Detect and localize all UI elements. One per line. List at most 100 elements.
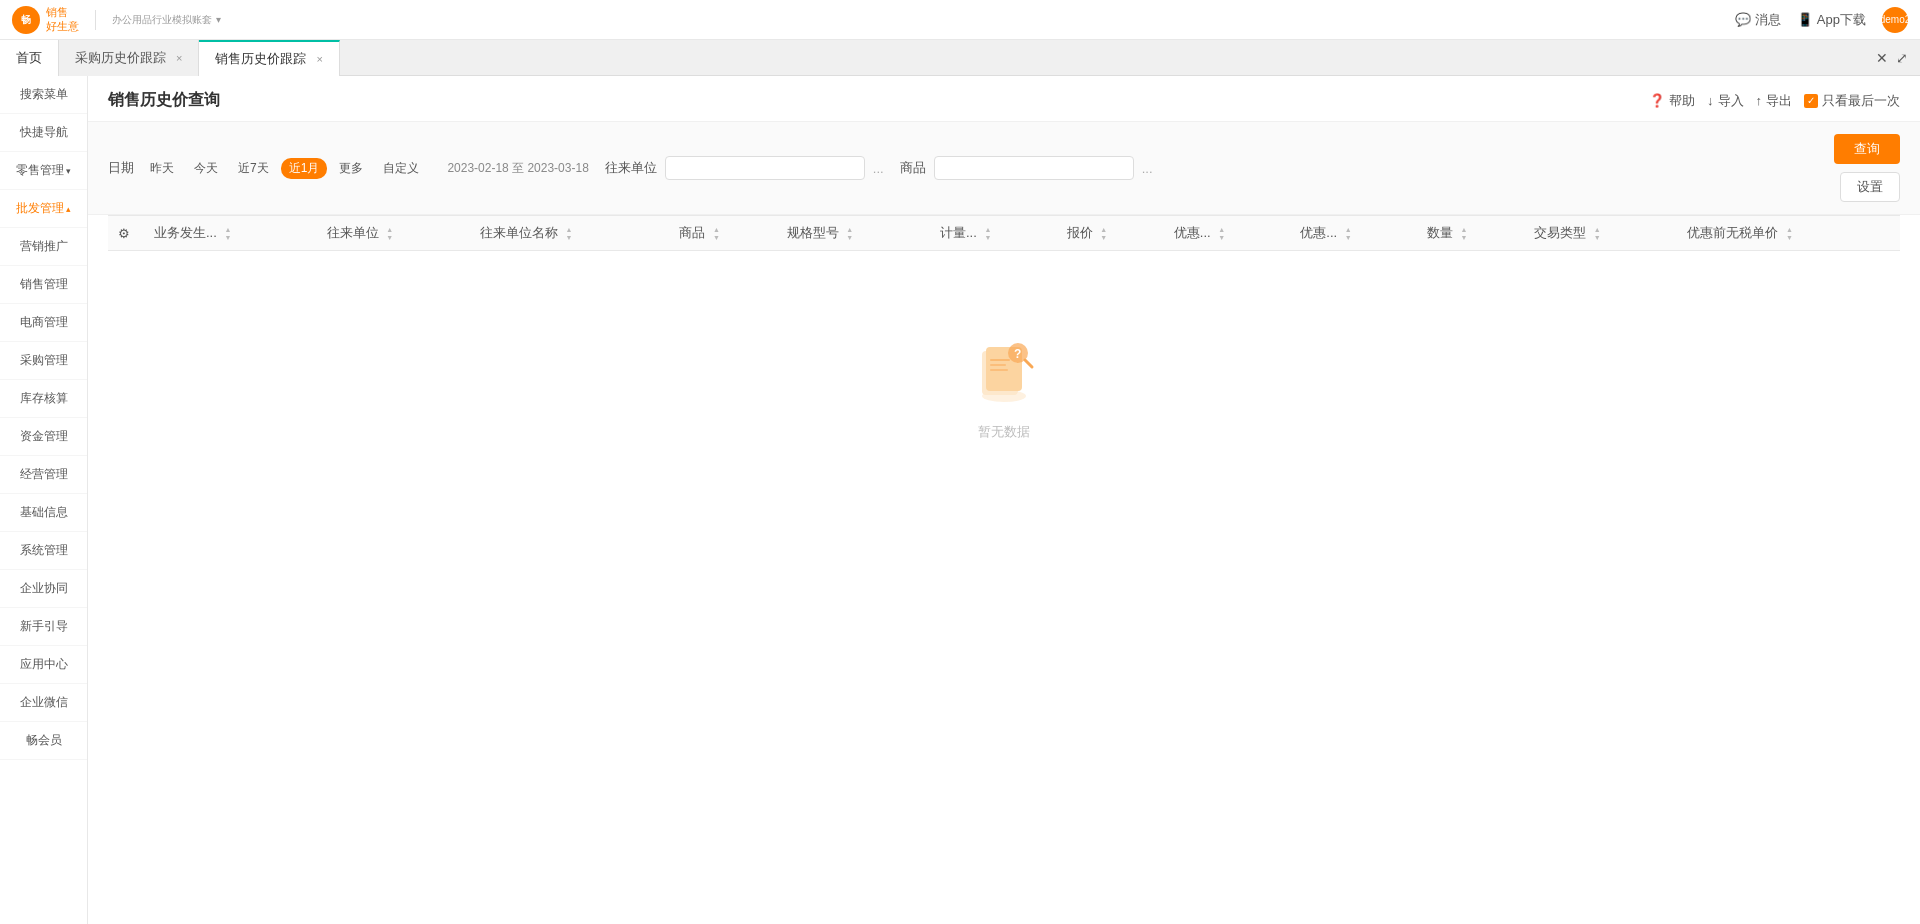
sidebar-item-retail[interactable]: 零售管理 ▾	[0, 152, 87, 190]
user-area[interactable]: demo2	[1882, 7, 1908, 33]
sidebar-item-member[interactable]: 畅会员	[0, 722, 87, 760]
date-btn-more[interactable]: 更多	[331, 158, 371, 179]
tab-close-all-icon[interactable]: ✕	[1876, 50, 1888, 66]
sidebar-item-sales-mgmt[interactable]: 销售管理	[0, 266, 87, 304]
col-partner-code[interactable]: 往来单位 ▲▼	[317, 216, 470, 251]
gear-icon[interactable]: ⚙	[118, 226, 130, 241]
only-last-label: 只看最后一次	[1822, 92, 1900, 110]
tab-purchase-close[interactable]: ×	[176, 52, 182, 64]
top-bar-left: 畅 销售 好生意 办公用品行业模拟账套 ▾	[12, 6, 221, 34]
date-btn-7days[interactable]: 近7天	[230, 158, 277, 179]
svg-rect-5	[990, 369, 1008, 371]
help-btn[interactable]: ❓ 帮助	[1649, 92, 1695, 110]
app-download-label: App下载	[1817, 11, 1866, 29]
import-btn[interactable]: ↓ 导入	[1707, 92, 1744, 110]
col-qty[interactable]: 数量 ▲▼	[1417, 216, 1524, 251]
workspace-label: 办公用品行业模拟账套	[112, 13, 212, 27]
date-btn-1month[interactable]: 近1月	[281, 158, 328, 179]
sidebar-item-ecommerce[interactable]: 电商管理	[0, 304, 87, 342]
page-title: 销售历史价查询	[108, 90, 220, 111]
sidebar-item-operations[interactable]: 经营管理	[0, 456, 87, 494]
sidebar-item-inventory[interactable]: 库存核算	[0, 380, 87, 418]
col-gear[interactable]: ⚙	[108, 216, 144, 251]
svg-rect-4	[990, 364, 1006, 366]
svg-line-8	[1025, 360, 1032, 367]
import-label: 导入	[1718, 92, 1744, 110]
sort-discount2: ▲▼	[1345, 226, 1352, 241]
tab-home[interactable]: 首页	[0, 40, 59, 76]
date-btn-today[interactable]: 今天	[186, 158, 226, 179]
message-label: 消息	[1755, 11, 1781, 29]
sort-discount1: ▲▼	[1218, 226, 1225, 241]
goods-dots[interactable]: ...	[1142, 161, 1153, 176]
checkbox-box	[1804, 94, 1818, 108]
app-download-btn[interactable]: 📱 App下载	[1797, 11, 1866, 29]
svg-rect-3	[990, 359, 1010, 361]
tab-sales-label: 销售历史价跟踪	[215, 50, 306, 68]
sidebar-item-purchase[interactable]: 采购管理	[0, 342, 87, 380]
col-partner-name[interactable]: 往来单位名称 ▲▼	[470, 216, 669, 251]
empty-icon: ?	[964, 331, 1044, 411]
partner-input[interactable]	[665, 156, 865, 180]
message-icon: 💬	[1735, 12, 1751, 27]
sidebar-item-marketing[interactable]: 营销推广	[0, 228, 87, 266]
help-label: 帮助	[1669, 92, 1695, 110]
sort-pretax-price: ▲▼	[1786, 226, 1793, 241]
settings-button[interactable]: 设置	[1840, 172, 1900, 202]
col-spec[interactable]: 规格型号 ▲▼	[777, 216, 930, 251]
export-btn[interactable]: ↑ 导出	[1756, 92, 1793, 110]
sidebar-item-finance[interactable]: 资金管理	[0, 418, 87, 456]
date-btn-yesterday[interactable]: 昨天	[142, 158, 182, 179]
sort-spec: ▲▼	[846, 226, 853, 241]
tab-fullscreen-icon[interactable]: ⤢	[1896, 50, 1908, 66]
sidebar-item-apps[interactable]: 应用中心	[0, 646, 87, 684]
empty-state: ? 暂无数据	[108, 251, 1900, 521]
col-price[interactable]: 报价 ▲▼	[1057, 216, 1164, 251]
table-area: ⚙ 业务发生... ▲▼ 往来单位 ▲▼ 往来单位名称 ▲▼	[88, 215, 1920, 521]
table-header: ⚙ 业务发生... ▲▼ 往来单位 ▲▼ 往来单位名称 ▲▼	[108, 216, 1900, 251]
sort-price: ▲▼	[1100, 226, 1107, 241]
sidebar-item-guide[interactable]: 新手引导	[0, 608, 87, 646]
data-table: ⚙ 业务发生... ▲▼ 往来单位 ▲▼ 往来单位名称 ▲▼	[108, 215, 1900, 251]
empty-text: 暂无数据	[978, 423, 1030, 441]
tab-purchase-history[interactable]: 采购历史价跟踪 ×	[59, 40, 199, 76]
logo-area: 畅 销售 好生意	[12, 6, 79, 34]
sort-biz-date: ▲▼	[224, 226, 231, 241]
sidebar-item-enterprise[interactable]: 企业协同	[0, 570, 87, 608]
tab-bar: 首页 采购历史价跟踪 × 销售历史价跟踪 × ✕ ⤢	[0, 40, 1920, 76]
tab-sales-close[interactable]: ×	[316, 53, 322, 65]
import-icon: ↓	[1707, 93, 1714, 108]
workspace-arrow: ▾	[216, 14, 221, 25]
sidebar-item-system[interactable]: 系统管理	[0, 532, 87, 570]
col-unit[interactable]: 计量... ▲▼	[930, 216, 1057, 251]
col-discount2[interactable]: 优惠... ▲▼	[1290, 216, 1417, 251]
query-button[interactable]: 查询	[1834, 134, 1900, 164]
sidebar-item-wholesale[interactable]: 批发管理 ▴	[0, 190, 87, 228]
col-pretax-price[interactable]: 优惠前无税单价 ▲▼	[1677, 216, 1900, 251]
workspace-selector[interactable]: 办公用品行业模拟账套 ▾	[112, 13, 221, 27]
sidebar-item-shortcut[interactable]: 快捷导航	[0, 114, 87, 152]
svg-text:?: ?	[1014, 347, 1021, 361]
filter-right-actions: 查询 设置	[1834, 134, 1900, 202]
wholesale-arrow-icon: ▴	[66, 204, 71, 214]
filter-row: 日期 昨天 今天 近7天 近1月 更多 自定义 2023-02-18 至 202…	[108, 134, 1900, 202]
date-label: 日期	[108, 159, 134, 177]
tab-sales-history[interactable]: 销售历史价跟踪 ×	[199, 40, 339, 76]
message-btn[interactable]: 💬 消息	[1735, 11, 1781, 29]
col-biz-date[interactable]: 业务发生... ▲▼	[144, 216, 317, 251]
only-last-checkbox[interactable]: 只看最后一次	[1804, 92, 1900, 110]
partner-filter-group: 往来单位 ...	[605, 156, 884, 180]
sidebar-item-basic-info[interactable]: 基础信息	[0, 494, 87, 532]
top-bar-right: 💬 消息 📱 App下载 demo2	[1735, 7, 1908, 33]
date-buttons: 昨天 今天 近7天 近1月 更多 自定义	[142, 158, 427, 179]
partner-dots[interactable]: ...	[873, 161, 884, 176]
goods-input[interactable]	[934, 156, 1134, 180]
partner-label: 往来单位	[605, 159, 657, 177]
col-discount1[interactable]: 优惠... ▲▼	[1164, 216, 1291, 251]
date-btn-custom[interactable]: 自定义	[375, 158, 427, 179]
sidebar-item-wechat[interactable]: 企业微信	[0, 684, 87, 722]
col-goods[interactable]: 商品 ▲▼	[669, 216, 776, 251]
col-trade-type[interactable]: 交易类型 ▲▼	[1524, 216, 1677, 251]
sidebar-item-search[interactable]: 搜索菜单	[0, 76, 87, 114]
help-icon: ❓	[1649, 93, 1665, 108]
